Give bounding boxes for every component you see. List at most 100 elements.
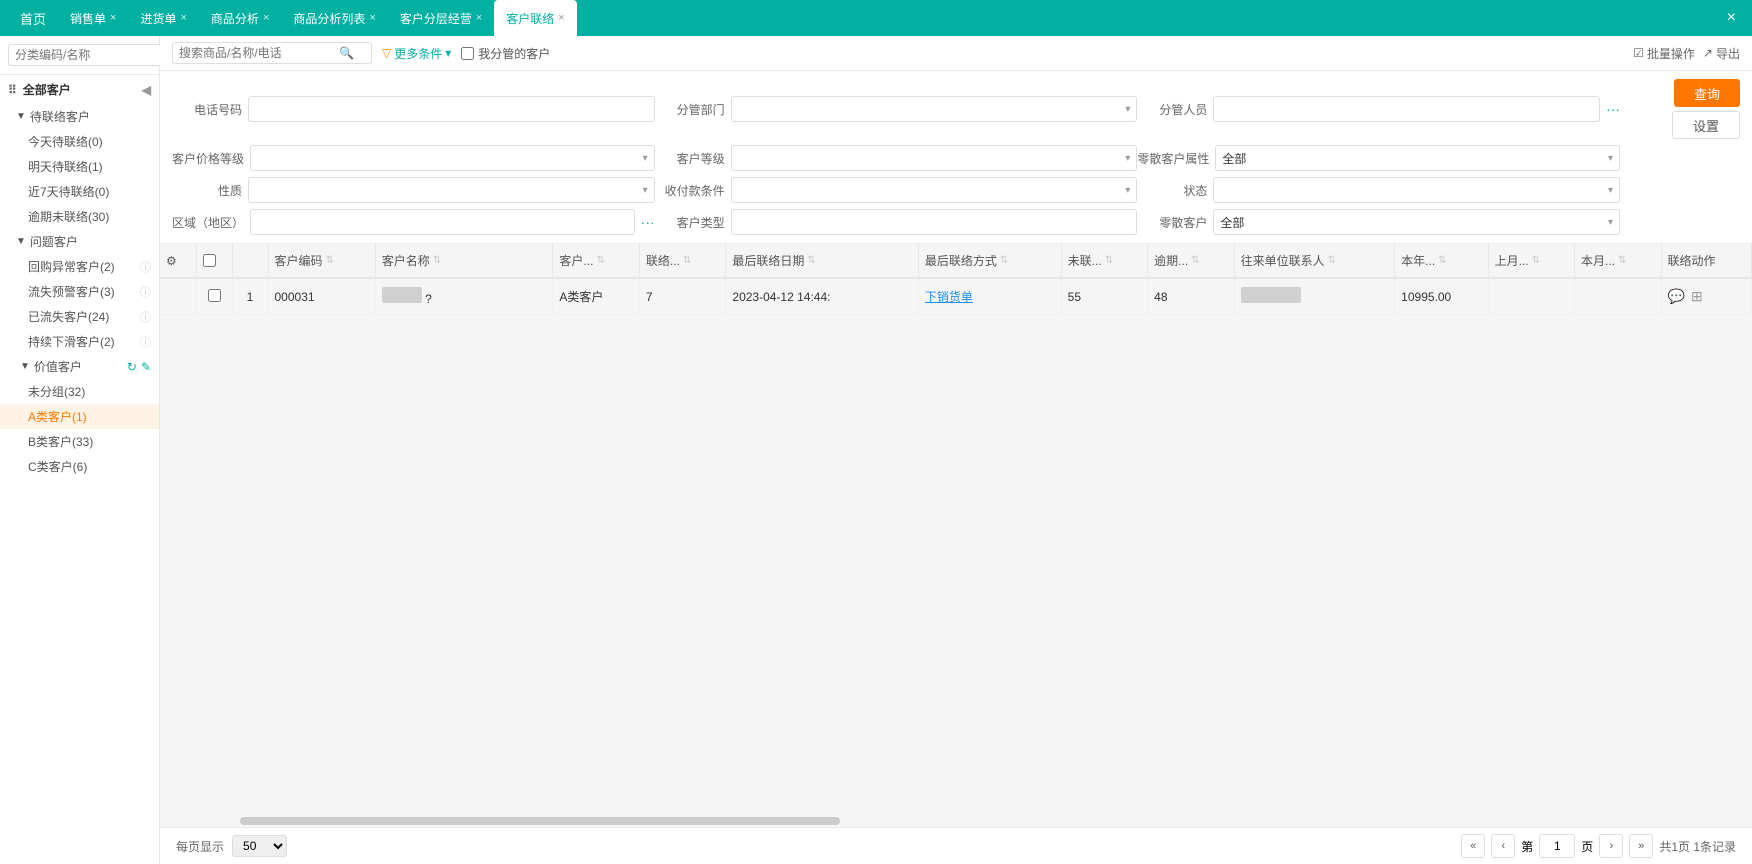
- col-name[interactable]: 客户名称⇅: [375, 244, 553, 278]
- message-action-icon[interactable]: 💬: [1668, 288, 1685, 305]
- nature-select[interactable]: ▾: [248, 177, 655, 203]
- col-checkbox[interactable]: [196, 244, 232, 278]
- close-tab-purchase-icon[interactable]: ×: [180, 12, 186, 24]
- row-overdue-cell: 48: [1148, 278, 1234, 315]
- close-tab-analysis-icon[interactable]: ×: [263, 12, 269, 24]
- row-checkbox-cell[interactable]: [196, 278, 232, 315]
- col-settings[interactable]: ⚙: [160, 244, 196, 278]
- nav-tab-purchase[interactable]: 进货单 ×: [128, 0, 198, 36]
- grade-select[interactable]: ▾: [731, 145, 1138, 171]
- col-contact[interactable]: 联络...⇅: [639, 244, 725, 278]
- sidebar-item-lost[interactable]: 已流失客户(24) ⓘ: [0, 304, 159, 329]
- filter-search-input[interactable]: [179, 46, 339, 60]
- refresh-icon[interactable]: ↻: [127, 360, 137, 374]
- nav-tab-customer-contact[interactable]: 客户联络 ×: [494, 0, 576, 36]
- global-close-button[interactable]: ×: [1719, 9, 1744, 27]
- payment-select[interactable]: ▾: [731, 177, 1138, 203]
- sidebar-item-b-class[interactable]: B类客户(33): [0, 429, 159, 454]
- col-action-label: 联络动作: [1668, 252, 1716, 269]
- table-settings-icon[interactable]: ⚙: [166, 254, 177, 268]
- col-code[interactable]: 客户编码⇅: [268, 244, 375, 278]
- sidebar-group-pending[interactable]: ▼ 待联络客户: [0, 104, 159, 129]
- edit-icon[interactable]: ✎: [141, 360, 151, 374]
- first-page-button[interactable]: «: [1461, 834, 1485, 858]
- last-method-link[interactable]: 下销货单: [925, 290, 973, 304]
- overdue-label: 逾期未联络(30): [28, 208, 151, 225]
- page-size-select[interactable]: 50 20 100: [232, 835, 287, 857]
- sidebar-collapse-icon[interactable]: ◀: [142, 83, 151, 97]
- status-select[interactable]: ▾: [1213, 177, 1620, 203]
- col-company-contact[interactable]: 往来单位联系人⇅: [1234, 244, 1395, 278]
- scatter-label: 零散客户: [1137, 214, 1207, 231]
- prev-page-button[interactable]: ‹: [1491, 834, 1515, 858]
- col-this-year[interactable]: 本年...⇅: [1395, 244, 1488, 278]
- col-grade[interactable]: 客户...⇅: [553, 244, 639, 278]
- page-input[interactable]: [1539, 834, 1575, 858]
- sidebar-group-value[interactable]: ▼ 价值客户 ↻ ✎: [0, 354, 159, 379]
- sidebar-item-lost-warning[interactable]: 流失预警客户(3) ⓘ: [0, 279, 159, 304]
- close-tab-customer-contact-icon[interactable]: ×: [558, 12, 564, 24]
- nav-tab-analysis-list[interactable]: 商品分析列表 ×: [281, 0, 387, 36]
- grade-label: 客户等级: [655, 150, 725, 167]
- col-last-month[interactable]: 上月...⇅: [1488, 244, 1574, 278]
- payment-dropdown-icon: ▾: [1125, 185, 1130, 196]
- filter-row-3: 性质 ▾ 收付款条件 ▾ 状态: [172, 177, 1740, 203]
- scatter-select[interactable]: 全部 ▾: [1213, 209, 1620, 235]
- sidebar-search-input[interactable]: [8, 44, 177, 66]
- close-tab-analysis-list-icon[interactable]: ×: [369, 12, 375, 24]
- nav-tab-analysis[interactable]: 商品分析 ×: [199, 0, 281, 36]
- col-contact-label: 联络...: [646, 252, 680, 269]
- manager-dots-icon[interactable]: ···: [1606, 101, 1620, 117]
- filter-my-customer[interactable]: 我分管的客户: [461, 45, 550, 62]
- filter-search-icon[interactable]: 🔍: [339, 46, 354, 60]
- query-button[interactable]: 查询: [1674, 79, 1740, 107]
- row-grade-cell: A类客户: [553, 278, 639, 315]
- sidebar-item-repurchase[interactable]: 回购异常客户(2) ⓘ: [0, 254, 159, 279]
- sidebar-item-7days[interactable]: 近7天待联络(0): [0, 179, 159, 204]
- manager-input[interactable]: [1213, 96, 1600, 122]
- col-last-date[interactable]: 最后联络日期⇅: [726, 244, 919, 278]
- nature-label: 性质: [172, 182, 242, 199]
- nav-tab-customer-mgmt[interactable]: 客户分层经营 ×: [388, 0, 494, 36]
- scrollbar-thumb[interactable]: [240, 817, 840, 825]
- table-header: ⚙ 客户编码⇅ 客户名称⇅ 客户...⇅: [160, 244, 1752, 278]
- select-all-checkbox[interactable]: [203, 254, 216, 267]
- col-this-month[interactable]: 本月...⇅: [1575, 244, 1661, 278]
- customer-type-input[interactable]: [731, 209, 1138, 235]
- row-last-method-cell[interactable]: 下销货单: [918, 278, 1061, 315]
- sidebar-group-problem[interactable]: ▼ 问题客户: [0, 229, 159, 254]
- all-customers-header[interactable]: ⠿ 全部客户 ◀: [0, 75, 159, 104]
- row-action-cell: 💬 ⊞: [1661, 278, 1751, 315]
- batch-op-link[interactable]: ☑ 批量操作: [1633, 45, 1695, 62]
- nav-home[interactable]: 首页: [8, 0, 58, 36]
- col-overdue[interactable]: 逾期...⇅: [1148, 244, 1234, 278]
- close-tab-customer-mgmt-icon[interactable]: ×: [476, 12, 482, 24]
- row-checkbox[interactable]: [208, 289, 221, 302]
- horizontal-scrollbar[interactable]: [160, 815, 1752, 827]
- sidebar-item-today[interactable]: 今天待联络(0): [0, 129, 159, 154]
- export-link[interactable]: ↗ 导出: [1703, 45, 1740, 62]
- sidebar-item-a-class[interactable]: A类客户(1): [0, 404, 159, 429]
- my-customer-checkbox[interactable]: [461, 47, 474, 60]
- phone-input[interactable]: [248, 96, 655, 122]
- last-page-button[interactable]: »: [1629, 834, 1653, 858]
- sidebar-item-declining[interactable]: 持续下滑客户(2) ⓘ: [0, 329, 159, 354]
- settings-button[interactable]: 设置: [1672, 111, 1740, 139]
- sidebar-item-overdue[interactable]: 逾期未联络(30): [0, 204, 159, 229]
- col-last-method[interactable]: 最后联络方式⇅: [918, 244, 1061, 278]
- region-input[interactable]: [250, 209, 635, 235]
- qr-action-icon[interactable]: ⊞: [1691, 288, 1703, 305]
- sidebar-item-tomorrow[interactable]: 明天待联络(1): [0, 154, 159, 179]
- region-dots-icon[interactable]: ···: [641, 214, 655, 230]
- sidebar-item-c-class[interactable]: C类客户(6): [0, 454, 159, 479]
- sidebar-item-ungroup[interactable]: 未分组(32): [0, 379, 159, 404]
- filter-more-conditions[interactable]: ▽ 更多条件 ▾: [382, 45, 451, 62]
- nav-tab-sales[interactable]: 销售单 ×: [58, 0, 128, 36]
- dept-select[interactable]: ▾: [731, 96, 1138, 122]
- close-tab-sales-icon[interactable]: ×: [110, 12, 116, 24]
- next-page-button[interactable]: ›: [1599, 834, 1623, 858]
- price-grade-select[interactable]: ▾: [250, 145, 655, 171]
- pending-group-label: 待联络客户: [30, 108, 90, 125]
- scatter-attr-select[interactable]: 全部 ▾: [1215, 145, 1620, 171]
- col-no-contact[interactable]: 未联...⇅: [1061, 244, 1147, 278]
